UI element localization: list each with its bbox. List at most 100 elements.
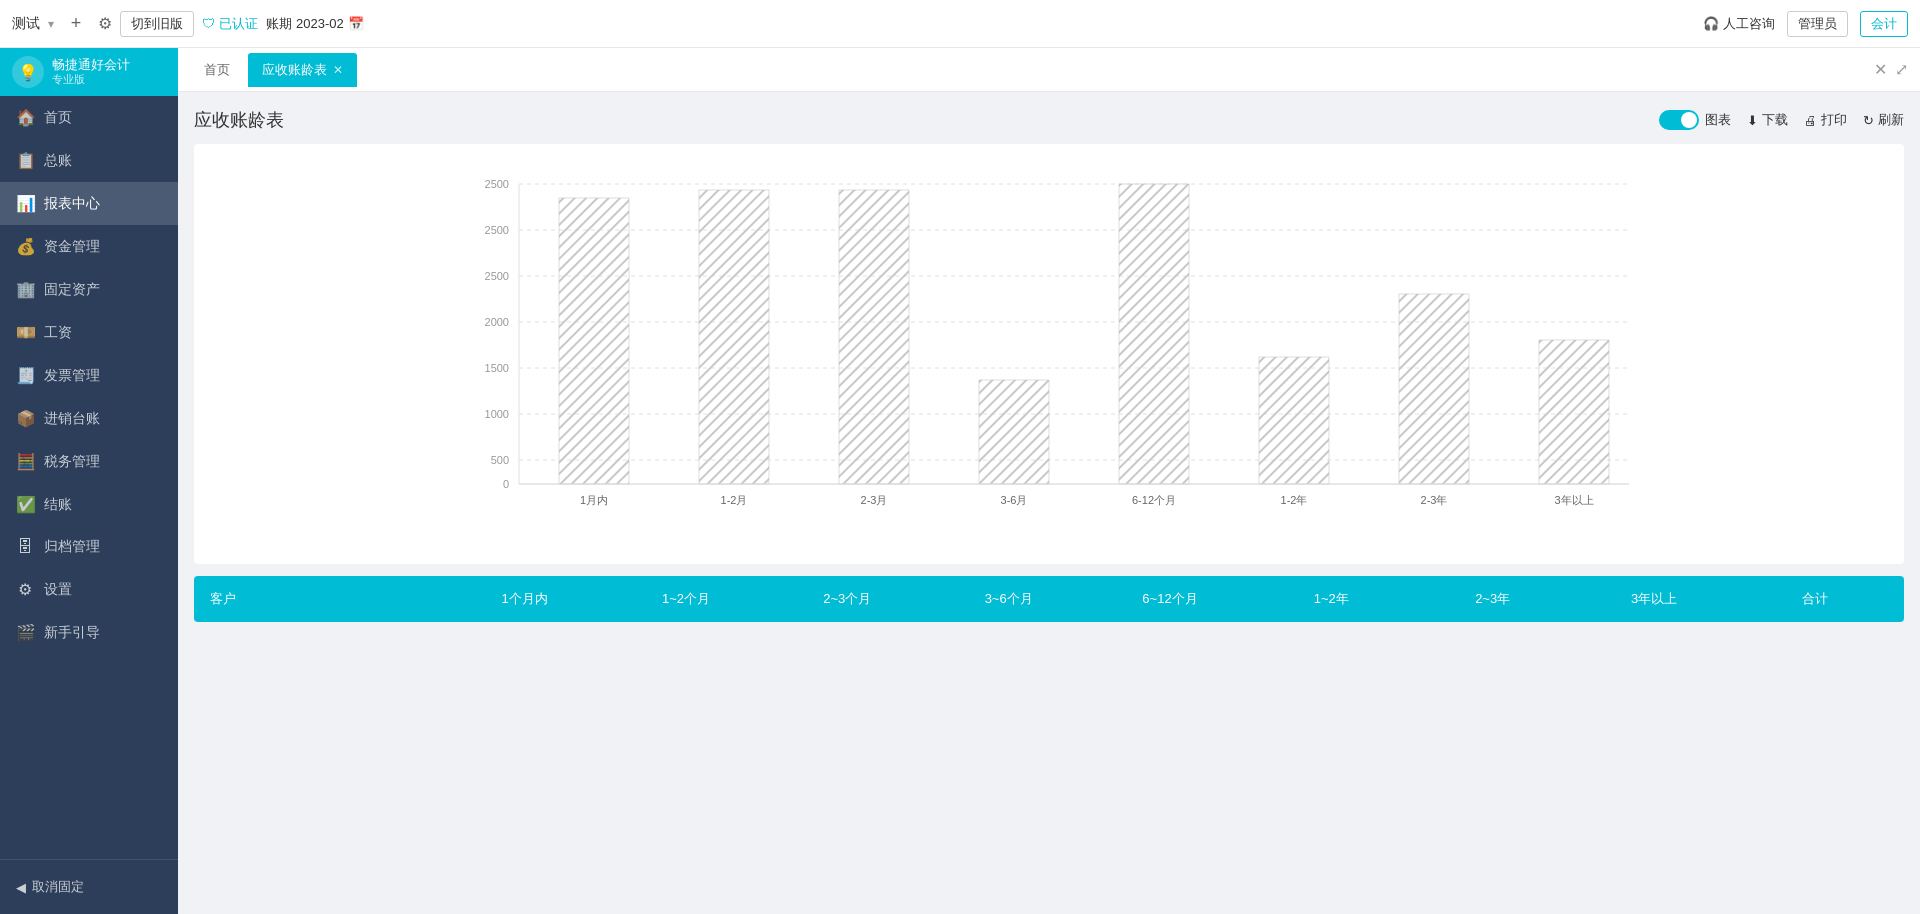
switch-version-button[interactable]: 切到旧版: [120, 11, 194, 37]
print-button[interactable]: 🖨 打印: [1804, 111, 1847, 129]
svg-text:3年以上: 3年以上: [1554, 494, 1593, 506]
sidebar-icon-guide: 🎬: [16, 623, 34, 642]
sidebar-icon-settings: ⚙: [16, 580, 34, 599]
sidebar-icon-ledger: 📋: [16, 151, 34, 170]
sidebar-icon-report: 📊: [16, 194, 34, 213]
sidebar-icon-wage: 💴: [16, 323, 34, 342]
svg-text:2-3月: 2-3月: [861, 494, 888, 506]
window-close-button[interactable]: ✕: [1874, 60, 1887, 79]
sidebar-nav: 🏠 首页 📋 总账 📊 报表中心 💰 资金管理 🏢 固定资产 💴 工资 🧾 发票…: [0, 96, 178, 859]
col-1m: 1个月内: [444, 576, 605, 622]
sidebar-label-tax: 税务管理: [44, 453, 100, 471]
svg-rect-32: [1539, 340, 1609, 484]
manager-button[interactable]: 管理员: [1787, 11, 1848, 37]
col-3-6m: 3~6个月: [928, 576, 1089, 622]
sidebar-icon-home: 🏠: [16, 108, 34, 127]
settings-icon[interactable]: ⚙: [98, 14, 112, 33]
refresh-label: 刷新: [1878, 111, 1904, 129]
sidebar-item-invoice[interactable]: 🧾 发票管理: [0, 354, 178, 397]
tab-bar: 首页 应收账龄表 ✕ ✕ ⤢: [178, 48, 1920, 92]
sidebar-item-settle[interactable]: ✅ 结账: [0, 483, 178, 526]
svg-text:1月内: 1月内: [580, 494, 608, 506]
sidebar-label-settings: 设置: [44, 581, 72, 599]
sidebar-icon-archive: 🗄: [16, 538, 34, 556]
sidebar-label-archive: 归档管理: [44, 538, 100, 556]
sidebar-item-asset[interactable]: 🏢 固定资产: [0, 268, 178, 311]
sidebar-icon-asset: 🏢: [16, 280, 34, 299]
tab-bar-actions: ✕ ⤢: [1874, 60, 1908, 79]
svg-text:2500: 2500: [485, 270, 509, 282]
table-header: 客户 1个月内 1~2个月 2~3个月 3~6个月 6~12个月 1~2年 2~…: [194, 576, 1904, 622]
refresh-button[interactable]: ↻ 刷新: [1863, 111, 1904, 129]
company-dropdown-icon[interactable]: ▾: [48, 17, 54, 31]
report-title: 应收账龄表: [194, 108, 284, 132]
print-icon: 🖨: [1804, 113, 1817, 128]
svg-text:2500: 2500: [485, 178, 509, 190]
sidebar-logo: 💡 畅捷通好会计 专业版: [0, 48, 178, 96]
col-total: 合计: [1735, 576, 1896, 622]
download-button[interactable]: ⬇ 下载: [1747, 111, 1788, 129]
accountant-button[interactable]: 会计: [1860, 11, 1908, 37]
col-1-2y: 1~2年: [1251, 576, 1412, 622]
main-layout: 💡 畅捷通好会计 专业版 🏠 首页 📋 总账 📊 报表中心 💰 资金管理 🏢 固…: [0, 48, 1920, 914]
company-name: 测试: [12, 15, 40, 33]
window-expand-button[interactable]: ⤢: [1895, 60, 1908, 79]
period-value: 2023-02: [296, 16, 344, 31]
calendar-icon[interactable]: 📅: [348, 16, 364, 31]
sidebar-item-home[interactable]: 🏠 首页: [0, 96, 178, 139]
consult-icon: 🎧: [1703, 16, 1719, 31]
svg-text:1-2月: 1-2月: [721, 494, 748, 506]
consult-label: 人工咨询: [1723, 15, 1775, 33]
chart-container: 2500 2500 2500 2000 1500 1000 500 0: [194, 144, 1904, 564]
sidebar-item-archive[interactable]: 🗄 归档管理: [0, 526, 178, 568]
sidebar-label-trade: 进销台账: [44, 410, 100, 428]
col-2-3y: 2~3年: [1412, 576, 1573, 622]
svg-text:6-12个月: 6-12个月: [1132, 494, 1176, 506]
svg-text:0: 0: [503, 478, 509, 490]
svg-rect-28: [1259, 357, 1329, 484]
content-area: 首页 应收账龄表 ✕ ✕ ⤢ 应收账龄表 图表: [178, 48, 1920, 914]
sidebar-label-home: 首页: [44, 109, 72, 127]
svg-rect-22: [839, 190, 909, 484]
chart-toggle-label: 图表: [1705, 111, 1731, 129]
cancel-fixed-button[interactable]: ◀ 取消固定: [0, 870, 178, 904]
sidebar-label-invoice: 发票管理: [44, 367, 100, 385]
sidebar-item-report[interactable]: 📊 报表中心: [0, 182, 178, 225]
sidebar-label-fund: 资金管理: [44, 238, 100, 256]
sidebar-item-guide[interactable]: 🎬 新手引导: [0, 611, 178, 654]
sidebar-item-settings[interactable]: ⚙ 设置: [0, 568, 178, 611]
col-2-3m: 2~3个月: [767, 576, 928, 622]
svg-rect-18: [559, 198, 629, 484]
page-content: 应收账龄表 图表 ⬇ 下载 🖨 打印 ↻: [178, 92, 1920, 914]
chart-toggle[interactable]: 图表: [1659, 110, 1731, 130]
period-display: 账期 2023-02 📅: [266, 15, 364, 33]
topbar-left: 测试 ▾ + ⚙ 切到旧版 🛡 已认证 账期 2023-02 📅: [12, 11, 1695, 37]
svg-text:500: 500: [491, 454, 509, 466]
svg-rect-24: [979, 380, 1049, 484]
sidebar-label-asset: 固定资产: [44, 281, 100, 299]
add-tab-button[interactable]: +: [62, 13, 90, 34]
cancel-fixed-label: 取消固定: [32, 878, 84, 896]
sidebar-item-wage[interactable]: 💴 工资: [0, 311, 178, 354]
logo-edition: 专业版: [52, 72, 130, 87]
svg-text:2000: 2000: [485, 316, 509, 328]
svg-text:2500: 2500: [485, 224, 509, 236]
toggle-switch-control[interactable]: [1659, 110, 1699, 130]
tab-home-label: 首页: [204, 62, 230, 77]
tab-home[interactable]: 首页: [190, 53, 244, 87]
sidebar-label-report: 报表中心: [44, 195, 100, 213]
sidebar-item-ledger[interactable]: 📋 总账: [0, 139, 178, 182]
consult-button[interactable]: 🎧 人工咨询: [1703, 15, 1775, 33]
sidebar-label-settle: 结账: [44, 496, 72, 514]
tab-close-icon[interactable]: ✕: [333, 63, 343, 77]
sidebar-item-tax[interactable]: 🧮 税务管理: [0, 440, 178, 483]
sidebar-item-trade[interactable]: 📦 进销台账: [0, 397, 178, 440]
chart-area: 2500 2500 2500 2000 1500 1000 500 0: [214, 164, 1884, 544]
refresh-icon: ↻: [1863, 113, 1874, 128]
sidebar-icon-settle: ✅: [16, 495, 34, 514]
tab-receivable[interactable]: 应收账龄表 ✕: [248, 53, 357, 87]
sidebar-item-fund[interactable]: 💰 资金管理: [0, 225, 178, 268]
topbar-right: 🎧 人工咨询 管理员 会计: [1703, 11, 1908, 37]
tab-receivable-label: 应收账龄表: [262, 61, 327, 79]
logo-app-name: 畅捷通好会计: [52, 57, 130, 73]
